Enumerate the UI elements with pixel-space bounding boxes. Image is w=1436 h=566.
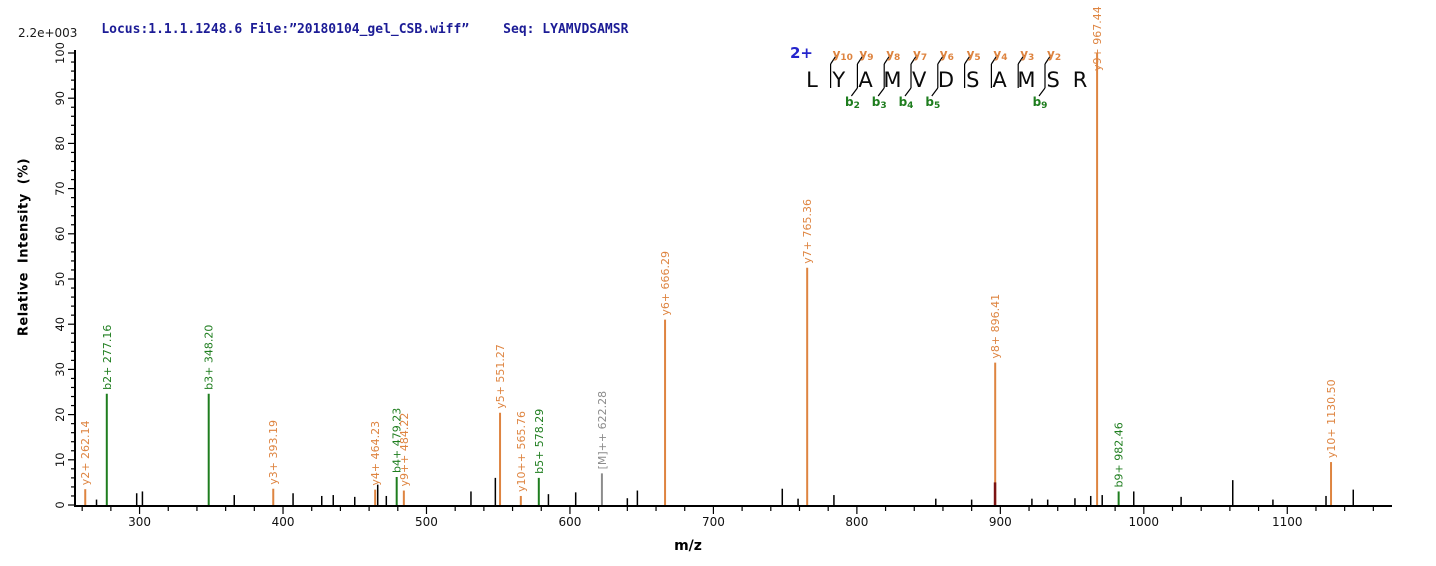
x-tick-label: 500 xyxy=(415,515,438,529)
peak-label: [M]++ 622.28 xyxy=(596,391,609,470)
residue-letter: S xyxy=(966,68,979,92)
peak-label: b5+ 578.29 xyxy=(533,409,546,474)
y-tick-label: 90 xyxy=(53,91,67,106)
y-ion-label: y2 xyxy=(1047,47,1061,63)
peak-label: b9+ 982.46 xyxy=(1113,422,1126,487)
y-ion-label: y10 xyxy=(833,47,853,63)
peak-label: y4+ 464.23 xyxy=(369,421,382,486)
b-ion-label: b9 xyxy=(1033,95,1048,111)
y-ion-label: y6 xyxy=(940,47,954,63)
peak-label: y10++ 565.76 xyxy=(515,411,528,492)
b-ion-label: b2 xyxy=(845,95,860,111)
peak-label: y2+ 262.14 xyxy=(79,420,92,485)
residue-letter: A xyxy=(992,68,1007,92)
residue-letter: V xyxy=(912,68,927,92)
y-ion-label: y4 xyxy=(993,47,1007,63)
y-tick-label: 10 xyxy=(53,452,67,467)
x-tick-label: 700 xyxy=(702,515,725,529)
spectrum-plot: 0 10 20 30 40 50 60 70 80 90 100 300 400 500 600 700 800… xyxy=(53,6,1392,529)
x-tick-label: 400 xyxy=(272,515,295,529)
peak-label: y9+ 967.44 xyxy=(1091,6,1104,71)
y-tick-label: 70 xyxy=(53,181,67,196)
y-tick-label: 80 xyxy=(53,136,67,151)
y-tick-label: 30 xyxy=(53,362,67,377)
y-tick-label: 40 xyxy=(53,317,67,332)
y-ion-label: y8 xyxy=(886,47,900,63)
x-tick-label: 600 xyxy=(558,515,581,529)
residue-letter: A xyxy=(858,68,873,92)
peak-label: y8+ 896.41 xyxy=(989,294,1002,359)
x-tick-label: 1100 xyxy=(1272,515,1303,529)
residue-letter: Y xyxy=(831,68,845,92)
peak-label: y3+ 393.19 xyxy=(267,420,280,485)
residue-letter: L xyxy=(806,68,818,92)
peak-label: y6+ 666.29 xyxy=(659,251,672,316)
peak-label: y10+ 1130.50 xyxy=(1325,379,1338,458)
y-tick-label: 60 xyxy=(53,226,67,241)
peak-label: y7+ 765.36 xyxy=(801,199,814,264)
residue-letter: R xyxy=(1073,68,1088,92)
y-tick-label: 50 xyxy=(53,272,67,287)
residue-letter: D xyxy=(938,68,954,92)
y-ion-label: y7 xyxy=(913,47,927,63)
x-tick-label: 900 xyxy=(989,515,1012,529)
spectrum-viewer-screen: Locus:1.1.1.1248.6 File:”20180104_gel_CS… xyxy=(0,0,1436,566)
peak-label: y5+ 551.27 xyxy=(494,344,507,409)
residue-letter: M xyxy=(1017,68,1035,92)
y-tick-label: 20 xyxy=(53,407,67,422)
y-ion-label: y5 xyxy=(967,47,981,63)
y-ion-label: y3 xyxy=(1020,47,1034,63)
residue-letter: S xyxy=(1047,68,1060,92)
y-ion-label: y9 xyxy=(859,47,873,63)
peak-label: y9++ 484.22 xyxy=(398,413,411,487)
b-ion-label: b5 xyxy=(925,95,940,111)
x-tick-label: 1000 xyxy=(1129,515,1160,529)
y-tick-label: 0 xyxy=(53,501,67,508)
residue-letter: M xyxy=(883,68,901,92)
b-ion-label: b4 xyxy=(899,95,914,111)
b-ion-label: b3 xyxy=(872,95,887,111)
y-tick-label: 100 xyxy=(53,42,67,64)
peak-label: b3+ 348.20 xyxy=(203,325,216,390)
x-tick-label: 300 xyxy=(128,515,151,529)
peak-label: b2+ 277.16 xyxy=(101,325,114,390)
x-tick-label: 800 xyxy=(845,515,868,529)
